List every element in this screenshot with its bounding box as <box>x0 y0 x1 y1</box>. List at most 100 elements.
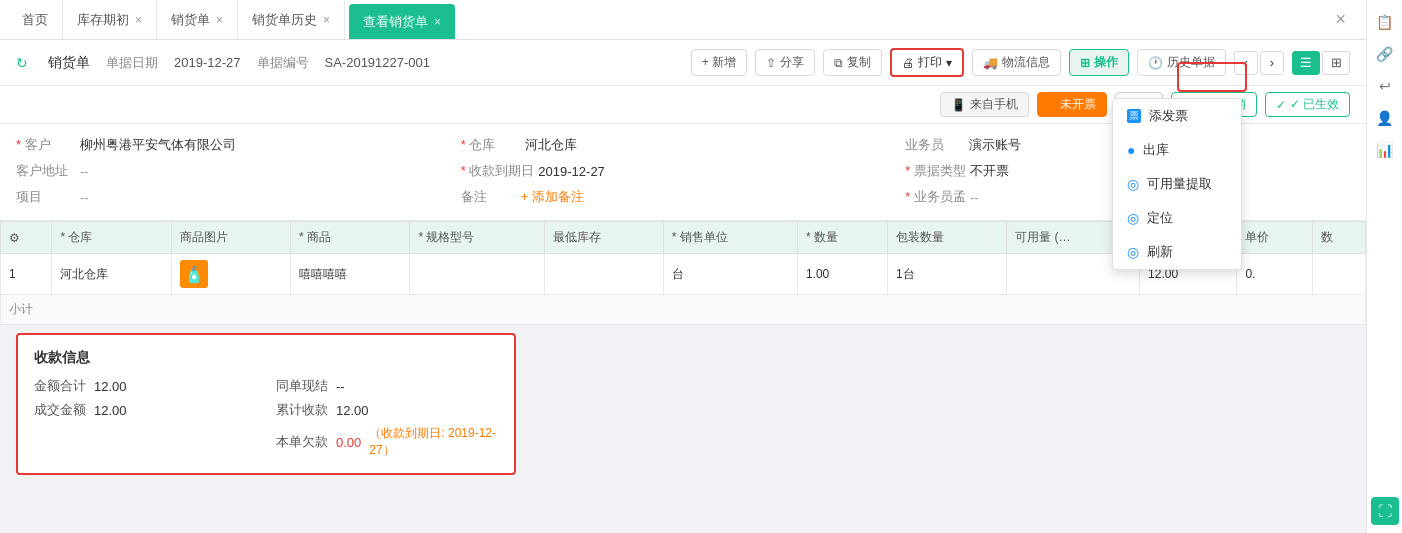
prev-arrow[interactable]: ‹ <box>1234 51 1258 75</box>
tab-inventory-label: 库存期初 <box>77 11 129 29</box>
tab-home-label: 首页 <box>22 11 48 29</box>
tab-sales-label: 销货单 <box>171 11 210 29</box>
cumulative-label: 累计收款 <box>276 401 328 419</box>
not-opened-button[interactable]: 未开票 <box>1037 92 1107 117</box>
sidebar-user-icon[interactable]: 👤 <box>1371 104 1399 132</box>
customer-value: 柳州粤港平安气体有限公司 <box>76 136 240 154</box>
col-price: 单价 <box>1237 222 1312 254</box>
deal-amount-label: 成交金额 <box>34 401 86 419</box>
subtotal-label: 小计 <box>1 295 1366 325</box>
window-close-button[interactable]: × <box>1323 9 1358 30</box>
tab-view-sales-close[interactable]: × <box>434 15 441 29</box>
tab-inventory-close[interactable]: × <box>135 13 142 27</box>
col-warehouse: * 仓库 <box>52 222 171 254</box>
right-sidebar: 📋 🔗 ↩ 👤 📊 ⛶ <box>1366 0 1402 483</box>
add-note-button[interactable]: + 添加备注 <box>521 188 584 206</box>
print-button[interactable]: 🖨 打印 ▾ <box>890 48 964 77</box>
operations-button[interactable]: ⊞ 操作 <box>1069 49 1129 76</box>
warehouse-field: 仓库 河北仓库 <box>461 136 906 154</box>
not-opened-dot <box>1048 101 1056 109</box>
logistics-label: 物流信息 <box>1002 54 1050 71</box>
warehouse-value: 河北仓库 <box>521 136 581 154</box>
share-button[interactable]: ⇧ 分享 <box>755 49 815 76</box>
sidebar-doc-icon[interactable]: 📋 <box>1371 8 1399 36</box>
deal-amount-row: 成交金额 12.00 <box>34 401 256 419</box>
col-pack-qty: 包装数量 <box>887 222 1006 254</box>
share-label: 分享 <box>780 54 804 71</box>
history-button[interactable]: 🕐 历史单据 <box>1137 49 1226 76</box>
history-label: 历史单据 <box>1167 54 1215 71</box>
next-arrow[interactable]: › <box>1260 51 1284 75</box>
tab-history-label: 销货单历史 <box>252 11 317 29</box>
tab-sales-close[interactable]: × <box>216 13 223 27</box>
address-value: -- <box>76 164 93 179</box>
address-field: 客户地址 -- <box>16 162 461 180</box>
tab-bar: 首页 库存期初 × 销货单 × 销货单历史 × 查看销货单 × × <box>0 0 1366 40</box>
payment-grid: 金额合计 12.00 同单现结 -- 成交金额 12.00 累计收款 12.00… <box>34 377 498 459</box>
payment-info: 收款信息 金额合计 12.00 同单现结 -- 成交金额 12.00 累计收款 … <box>16 333 516 475</box>
tab-history-close[interactable]: × <box>323 13 330 27</box>
cell-product: 嘻嘻嘻嘻 <box>291 254 410 295</box>
doc-title-icon: ↻ <box>16 55 28 71</box>
copy-icon: ⧉ <box>834 56 843 70</box>
note-label: 备注 <box>461 188 521 206</box>
grid-icon: ⊞ <box>1080 56 1090 70</box>
cell-extra <box>1312 254 1365 295</box>
doc-actions: + 新增 ⇧ 分享 ⧉ 复制 🖨 打印 ▾ 🚚 物流信息 ⊞ 操作 <box>691 48 1350 77</box>
operations-label: 操作 <box>1094 54 1118 71</box>
view-toggle: ☰ ⊞ <box>1292 51 1350 75</box>
same-order-value: -- <box>336 379 345 394</box>
arrears-label: 本单欠款 <box>276 433 328 451</box>
from-phone-label: 来自手机 <box>970 96 1018 113</box>
total-amount-label: 金额合计 <box>34 377 86 395</box>
cell-pack-qty: 1台 <box>887 254 1006 295</box>
customer-label: 客户 <box>16 136 76 154</box>
tab-home[interactable]: 首页 <box>8 0 63 39</box>
cell-warehouse: 河北仓库 <box>52 254 171 295</box>
add-invoice-label: 添发票 <box>1149 107 1188 125</box>
refresh-label: 刷新 <box>1147 243 1173 261</box>
print-dropdown-arrow: ▾ <box>946 56 952 70</box>
sidebar-return-icon[interactable]: ↩ <box>1371 72 1399 100</box>
cumulative-row: 累计收款 12.00 <box>276 401 498 419</box>
col-min-stock: 最低库存 <box>544 222 663 254</box>
effective-button[interactable]: ✓ ✓ 已生效 <box>1265 92 1350 117</box>
copy-button[interactable]: ⧉ 复制 <box>823 49 882 76</box>
project-value: -- <box>76 190 93 205</box>
sidebar-chart-icon[interactable]: 📊 <box>1371 136 1399 164</box>
ticket-value: 不开票 <box>966 162 1013 180</box>
tab-view-sales[interactable]: 查看销货单 × <box>349 4 455 39</box>
cell-price: 0. <box>1237 254 1312 295</box>
truck-icon: 🚚 <box>983 56 998 70</box>
tab-inventory[interactable]: 库存期初 × <box>63 0 157 39</box>
dropdown-available-extract[interactable]: ◎ 可用量提取 <box>1113 167 1241 201</box>
dropdown-refresh[interactable]: ◎ 刷新 <box>1113 235 1241 269</box>
due-date-value: 2019-12-27 <box>534 164 609 179</box>
same-order-label: 同单现结 <box>276 377 328 395</box>
cell-min-stock <box>544 254 663 295</box>
new-button[interactable]: + 新增 <box>691 49 747 76</box>
col-product: * 商品 <box>291 222 410 254</box>
employee-label: 业务员 <box>905 136 965 154</box>
logistics-button[interactable]: 🚚 物流信息 <box>972 49 1061 76</box>
grid-view-button[interactable]: ⊞ <box>1322 51 1350 75</box>
dropdown-add-invoice[interactable]: 票 添发票 <box>1113 99 1241 133</box>
tab-view-sales-label: 查看销货单 <box>363 13 428 31</box>
due-date-field: 收款到期日 2019-12-27 <box>461 162 906 180</box>
list-view-button[interactable]: ☰ <box>1292 51 1320 75</box>
total-amount-value: 12.00 <box>94 379 127 394</box>
col-settings[interactable]: ⚙ <box>1 222 52 254</box>
sidebar-link-icon[interactable]: 🔗 <box>1371 40 1399 68</box>
customer-field: 客户 柳州粤港平安气体有限公司 <box>16 136 461 154</box>
product-image-icon: 🧴 <box>184 265 204 284</box>
from-phone-button[interactable]: 📱 来自手机 <box>940 92 1029 117</box>
tab-sales[interactable]: 销货单 × <box>157 0 238 39</box>
date-value: 2019-12-27 <box>174 55 241 70</box>
tab-history[interactable]: 销货单历史 × <box>238 0 345 39</box>
warehouse-label: 仓库 <box>461 136 521 154</box>
col-product-img: 商品图片 <box>171 222 290 254</box>
dropdown-outbound[interactable]: ● 出库 <box>1113 133 1241 167</box>
dropdown-locate[interactable]: ◎ 定位 <box>1113 201 1241 235</box>
extract-label: 可用量提取 <box>1147 175 1212 193</box>
subtotal-row: 小计 <box>1 295 1366 325</box>
